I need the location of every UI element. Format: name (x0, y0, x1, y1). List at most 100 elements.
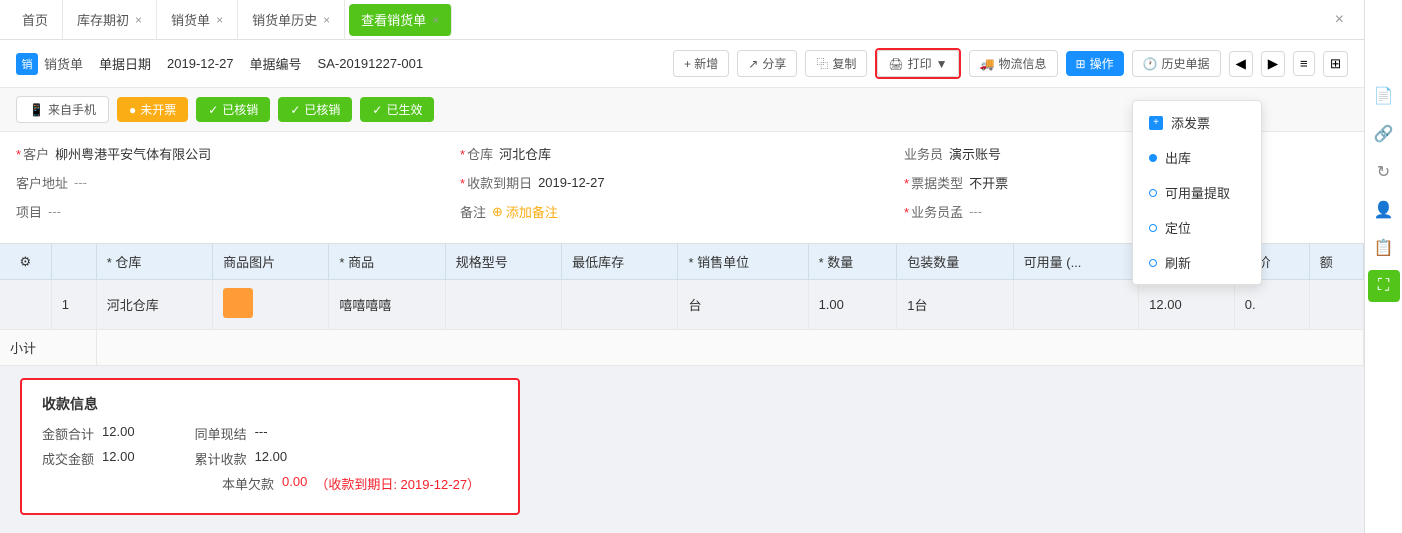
view-grid-button[interactable]: ⊞ (1323, 51, 1348, 77)
tab-inventory[interactable]: 库存期初 × (63, 0, 157, 40)
warehouse-field: 仓库 河北仓库 (460, 144, 904, 163)
address-value: --- (74, 175, 87, 190)
add-note-button[interactable]: ⊕ 添加备注 (492, 202, 558, 221)
history-icon: 🕐 (1143, 57, 1158, 71)
row-spec (445, 280, 561, 330)
payment-row-2: 成交金额 12.00 累计收款 12.00 (42, 449, 498, 468)
sidebar-icon-doc[interactable]: 📄 (1368, 80, 1400, 112)
tab-view-sales-close[interactable]: × (432, 13, 439, 27)
print-icon: 🖨 (888, 57, 903, 71)
dropdown-add-invoice[interactable]: + 添发票 (1133, 105, 1261, 140)
operations-button[interactable]: ⊞ 操作 (1066, 51, 1124, 76)
owe-note: （收款到期日: 2019-12-27） (315, 474, 480, 493)
sidebar-icon-link[interactable]: 🔗 (1368, 118, 1400, 150)
due-date-value: 2019-12-27 (538, 175, 605, 190)
logistics-button[interactable]: 🚚 物流信息 (969, 50, 1058, 77)
tab-sales-history[interactable]: 销货单历史 × (238, 0, 345, 40)
col-quantity: * 数量 (808, 244, 897, 280)
tab-sales[interactable]: 销货单 × (157, 0, 238, 40)
salesperson-field: 业务员孟 --- (904, 202, 1348, 221)
row-available (1013, 280, 1139, 330)
col-unit: * 销售单位 (678, 244, 808, 280)
row-min-stock (562, 280, 678, 330)
dropdown-locate[interactable]: 定位 (1133, 210, 1261, 245)
due-date-field: 收款到期日 2019-12-27 (460, 173, 904, 192)
subtotal-label: 小计 (0, 330, 96, 366)
table-row: 1 河北仓库 嘻嘻嘻嘻 台 1.00 1台 12.00 0. (0, 280, 1364, 330)
ticket-field: 票据类型 不开票 (904, 173, 1348, 192)
col-settings: ⚙ (0, 244, 51, 280)
salesperson-value: --- (969, 204, 982, 219)
row-settings (0, 280, 51, 330)
project-value: --- (48, 204, 61, 219)
phone-status-btn[interactable]: 📱 来自手机 (16, 96, 109, 123)
new-button[interactable]: + 新增 (673, 50, 729, 77)
doc-header: 销 销货单 单据日期 2019-12-27 单据编号 SA-20191227-0… (0, 40, 1364, 88)
payment-row-3: 本单欠款 0.00 （收款到期日: 2019-12-27） (42, 474, 498, 493)
employee-value: 演示账号 (949, 144, 1001, 163)
col-amount: 额 (1309, 244, 1363, 280)
tab-home[interactable]: 首页 (8, 0, 63, 40)
not-open-btn[interactable]: ● 未开票 (117, 97, 188, 122)
history-button[interactable]: 🕐 历史单据 (1132, 50, 1221, 77)
doc-type-label: 销货单 (44, 54, 83, 73)
available-qty-icon (1149, 189, 1157, 197)
nav-prev-button[interactable]: ◀ (1229, 51, 1253, 77)
date-value: 2019-12-27 (167, 56, 234, 71)
sold-btn[interactable]: ✓ 已核销 (278, 97, 352, 122)
due-date-label: 收款到期日 (460, 173, 532, 192)
warehouse-label: 仓库 (460, 144, 493, 163)
sidebar-icon-clipboard[interactable]: 📋 (1368, 232, 1400, 264)
dropdown-ship-out[interactable]: 出库 (1133, 140, 1261, 175)
col-min-stock: 最低库存 (562, 244, 678, 280)
view-list-button[interactable]: ≡ (1293, 51, 1315, 76)
sidebar-icon-refresh[interactable]: ↻ (1368, 156, 1400, 188)
copy-button[interactable]: ⿻ 复制 (805, 50, 867, 77)
tab-sales-history-close[interactable]: × (323, 13, 330, 27)
row-quantity: 1.00 (808, 280, 897, 330)
address-field: 客户地址 --- (16, 173, 460, 192)
col-warehouse: * 仓库 (96, 244, 212, 280)
sidebar-icon-expand[interactable]: ⛶ (1368, 270, 1400, 302)
same-order: 同单现结 --- (195, 424, 268, 443)
employee-label: 业务员 (904, 144, 943, 163)
tab-view-sales[interactable]: 查看销货单 × (349, 4, 452, 36)
owe-label: 本单欠款 (222, 474, 274, 493)
row-unit-price: 0. (1234, 280, 1309, 330)
owe-amount: 本单欠款 0.00 （收款到期日: 2019-12-27） (222, 474, 480, 493)
sidebar-icon-user[interactable]: 👤 (1368, 194, 1400, 226)
copy-icon: ⿻ (816, 55, 828, 72)
tab-inventory-close[interactable]: × (135, 13, 142, 27)
customer-value: 柳州粤港平安气体有限公司 (55, 144, 211, 163)
refresh-icon (1149, 259, 1157, 267)
row-seq: 1 (51, 280, 96, 330)
row-image (213, 280, 329, 330)
total-value: 12.00 (102, 424, 135, 443)
table-body: 1 河北仓库 嘻嘻嘻嘻 台 1.00 1台 12.00 0. (0, 280, 1364, 366)
row-warehouse: 河北仓库 (96, 280, 212, 330)
right-sidebar: 📄 🔗 ↻ 👤 📋 ⛶ (1364, 0, 1402, 533)
nav-next-button[interactable]: ▶ (1261, 51, 1285, 77)
share-button[interactable]: ↗ 分享 (737, 50, 797, 77)
ticket-value: 不开票 (969, 173, 1008, 192)
dropdown-available-qty[interactable]: 可用量提取 (1133, 175, 1261, 210)
payment-box: 收款信息 金额合计 12.00 同单现结 --- 成交金额 12.00 累计收款 (20, 378, 520, 515)
print-button[interactable]: 🖨 打印 ▼ (877, 50, 958, 77)
customer-label: 客户 (16, 144, 49, 163)
effective-btn[interactable]: ✓ 已生效 (360, 97, 434, 122)
subtotal-row: 小计 (0, 330, 1364, 366)
dropdown-refresh[interactable]: 刷新 (1133, 245, 1261, 280)
total-label: 金额合计 (42, 424, 94, 443)
tab-sales-close[interactable]: × (216, 13, 223, 27)
window-close-button[interactable]: × (1323, 11, 1356, 29)
share-icon: ↗ (748, 57, 758, 71)
payment-title: 收款信息 (42, 394, 498, 414)
deal-amount-label: 成交金额 (42, 449, 94, 468)
col-spec: 规格型号 (445, 244, 561, 280)
ticket-icon: ● (129, 103, 136, 117)
checked-btn[interactable]: ✓ 已核销 (196, 97, 270, 122)
logistics-icon: 🚚 (980, 57, 995, 71)
number-label: 单据编号 (250, 54, 302, 73)
number-value: SA-20191227-001 (318, 56, 424, 71)
doc-actions: + 新增 ↗ 分享 ⿻ 复制 🖨 打印 ▼ 🚚 物流信息 ⊞ (673, 48, 1348, 79)
